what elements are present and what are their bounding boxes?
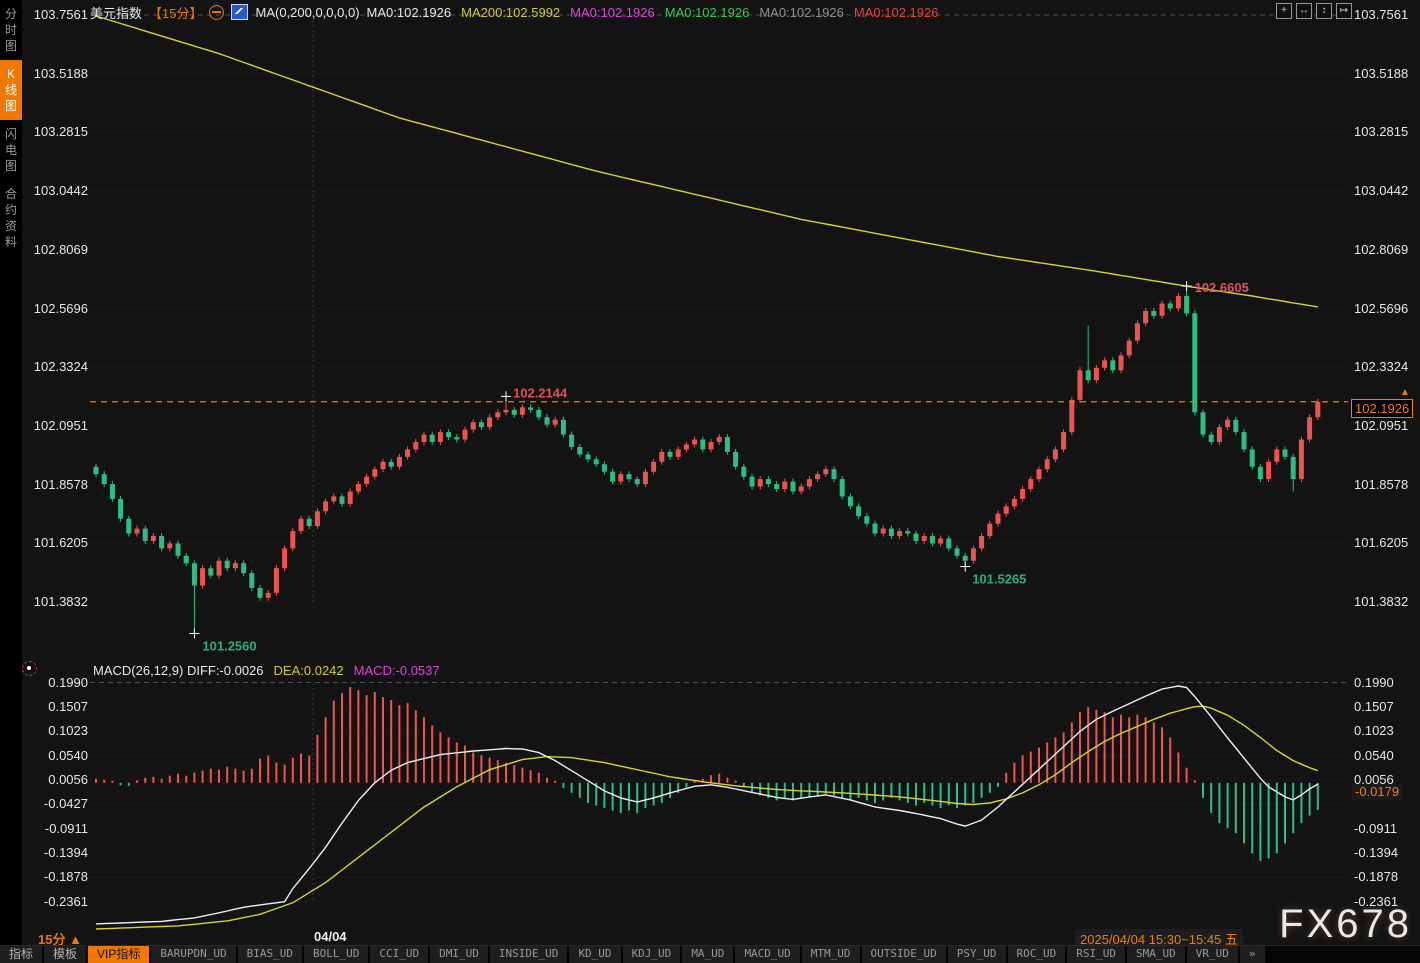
price-annotation: 102.2144	[513, 385, 568, 400]
tab-roc_ud[interactable]: ROC_UD	[1007, 946, 1066, 963]
macd-formula-label: MACD(26,12,9) DIFF:-0.0026	[93, 663, 264, 678]
tab-[interactable]: 模板	[44, 946, 87, 963]
ma-value-label: MA0:102.1926	[664, 4, 750, 20]
ma-values: MA0:102.1926 MA200:102.5992 MA0:102.1926 MA…	[367, 5, 949, 20]
ma200-line	[95, 15, 1318, 308]
sidebar-item-lightning-chart[interactable]: 闪 电 图	[0, 120, 22, 180]
timeframe-label: 【15分】	[149, 5, 203, 21]
price-up-arrow-icon: ▲	[1400, 387, 1410, 398]
tab-rsi_ud[interactable]: RSI_UD	[1067, 946, 1126, 963]
tab-vr_ud[interactable]: VR_UD	[1186, 946, 1238, 963]
collapse-indicator-icon[interactable]	[209, 4, 225, 20]
tab-vip[interactable]: VIP指标	[88, 946, 150, 963]
tab-[interactable]: »	[1239, 946, 1265, 963]
current-price-tag: 102.1926	[1351, 399, 1414, 418]
tab-[interactable]: 指标	[0, 946, 43, 963]
tab-outside_ud[interactable]: OUTSIDE_UD	[861, 946, 946, 963]
tab-boll_ud[interactable]: BOLL_UD	[303, 946, 369, 963]
chart-canvas[interactable]: 102.2144 102.6605 101.2560 101.5265	[0, 0, 1420, 963]
fx678-watermark: FX678	[1279, 902, 1412, 946]
tab-kd_ud[interactable]: KD_UD	[569, 946, 621, 963]
candlestick-series	[93, 286, 1321, 634]
crosshair-icon[interactable]: +	[1276, 3, 1292, 19]
trading-app-window: 102.2144 102.6605 101.2560 101.5265 分 时 图K …	[0, 0, 1420, 963]
symbol-name: 美元指数	[90, 5, 143, 21]
tab-sma_ud[interactable]: SMA_UD	[1127, 946, 1185, 963]
zoom-x-icon[interactable]: ↔	[1296, 3, 1312, 19]
macd-current-value-tag: -0.0179	[1352, 784, 1403, 800]
left-sidebar: 分 时 图K 线 图闪 电 图合 约 资 料	[0, 0, 22, 963]
sidebar-item-contract-info[interactable]: 合 约 资 料	[0, 180, 22, 256]
price-annotation: 101.5265	[972, 572, 1026, 587]
ma-value-label: MA0:102.1926	[853, 4, 939, 20]
ma-function-label: MA(0,200,0,0,0,0)	[255, 4, 360, 20]
tab-cci_ud[interactable]: CCI_UD	[370, 946, 429, 963]
indicator-tab-bar: 指标 模板 VIP指标 BARUPDN_UD BIAS_UD BOLL_UD CCI_UD D…	[0, 945, 1420, 963]
tab-kdj_ud[interactable]: KDJ_UD	[622, 946, 681, 963]
ma-value-label: MA200:102.5992	[461, 4, 561, 20]
sidebar-item-time-chart[interactable]: 分 时 图	[0, 0, 22, 60]
macd-histogram	[95, 687, 1319, 861]
tab-macd_ud[interactable]: MACD_UD	[735, 946, 800, 963]
diff-line	[95, 685, 1319, 925]
price-annotation: 102.6605	[1195, 280, 1249, 295]
tab-inside_ud[interactable]: INSIDE_UD	[489, 946, 568, 963]
dea-line	[95, 705, 1319, 930]
zoom-y-icon[interactable]: ↕	[1316, 3, 1332, 19]
tab-mtm_ud[interactable]: MTM_UD	[801, 946, 860, 963]
pan-right-icon[interactable]: ↦	[1336, 3, 1352, 19]
tab-dmi_ud[interactable]: DMI_UD	[430, 946, 488, 963]
chart-type-icon[interactable]	[231, 4, 249, 20]
main-chart-header: 美元指数 【15分】 MA(0,200,0,0,0,0) MA0:102.192…	[90, 3, 948, 21]
tab-bias_ud[interactable]: BIAS_UD	[237, 946, 302, 963]
ma-value-label: MA0:102.1926	[366, 4, 452, 20]
tab-ma_ud[interactable]: MA_UD	[682, 946, 734, 963]
tab-psy_ud[interactable]: PSY_UD	[947, 946, 1006, 963]
ma-value-label: MA0:102.1926	[570, 4, 655, 20]
ma-value-label: MA0:102.1926	[759, 4, 844, 20]
dea-value-label: DEA:0.0242	[273, 663, 344, 678]
macd-value-label: MACD:-0.0537	[353, 663, 440, 678]
macd-header: MACD(26,12,9) DIFF:-0.0026 DEA:0.0242 MA…	[93, 663, 440, 678]
sidebar-item-kline-chart[interactable]: K 线 图	[0, 60, 22, 120]
chart-toolbar: + ↔ ↕ ↦	[1276, 3, 1352, 19]
macd-settings-icon[interactable]	[22, 661, 37, 676]
price-annotation: 101.2560	[202, 638, 256, 653]
tab-barupdn_ud[interactable]: BARUPDN_UD	[151, 946, 236, 963]
